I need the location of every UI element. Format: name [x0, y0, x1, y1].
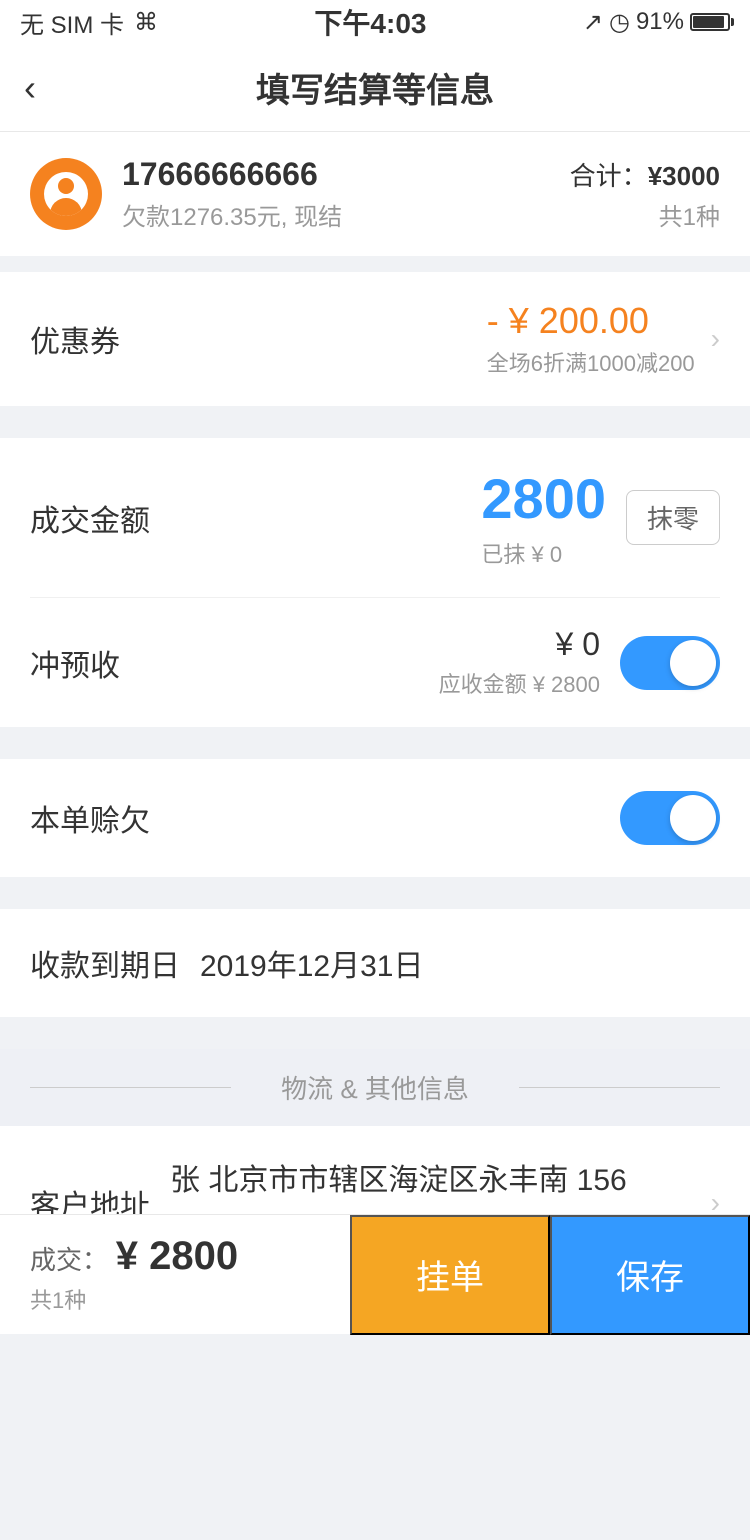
bottom-deal-label: 成交：: [30, 1245, 108, 1275]
customer-phone: 17666666666: [122, 156, 342, 193]
location-icon: ↗: [583, 8, 603, 37]
coupon-discount: - ¥ 200.00: [487, 300, 695, 342]
due-date-label: 收款到期日: [30, 941, 180, 985]
customer-section: 17666666666 欠款1276.35元, 现结 合计：¥3000 共1种: [0, 132, 750, 256]
deal-value-area: 2800 已抹 ¥ 0 抹零: [481, 466, 720, 569]
status-bar: 无 SIM 卡 ⌘ 下午4:03 ↗ ◷ 91%: [0, 0, 750, 44]
customer-right: 合计：¥3000 共1种: [570, 156, 720, 232]
status-time: 下午4:03: [314, 2, 426, 42]
deal-amount-label: 成交金额: [30, 496, 150, 540]
due-date-value: 2019年12月31日: [200, 941, 423, 985]
debt-toggle-knob: [670, 795, 716, 841]
status-right: ↗ ◷ 91%: [583, 8, 730, 37]
prepay-toggle[interactable]: [620, 636, 720, 690]
page-title: 填写结算等信息: [256, 63, 494, 112]
debt-row: 本单赊欠: [30, 759, 720, 877]
prepay-label: 冲预收: [30, 641, 120, 685]
prepay-row: 冲预收 ¥ 0 应收金额 ¥ 2800: [30, 598, 720, 727]
due-date-row: 收款到期日 2019年12月31日: [30, 909, 720, 1017]
round-button[interactable]: 抹零: [626, 490, 720, 545]
save-button[interactable]: 保存: [550, 1215, 750, 1335]
wifi-icon: ⌘: [134, 8, 158, 37]
header: ‹ 填写结算等信息: [0, 44, 750, 132]
coupon-right: - ¥ 200.00 全场6折满1000减200 ›: [487, 300, 720, 378]
bottom-summary: 成交： ¥ 2800 共1种: [0, 1234, 350, 1315]
prepay-right: ¥ 0 应收金额 ¥ 2800: [439, 626, 720, 699]
deal-sub-text: 已抹 ¥ 0: [481, 537, 606, 569]
toggle-knob: [670, 640, 716, 686]
customer-info: 17666666666 欠款1276.35元, 现结: [122, 156, 342, 232]
deal-amount-row: 成交金额 2800 已抹 ¥ 0 抹零: [30, 438, 720, 598]
carrier-text: 无 SIM 卡: [20, 5, 124, 40]
separator-1: [0, 422, 750, 438]
battery-icon: [690, 13, 730, 31]
prepay-sub: 应收金额 ¥ 2800: [439, 667, 600, 699]
logistics-label: 物流 & 其他信息: [281, 1069, 469, 1106]
back-button[interactable]: ‹: [24, 67, 36, 109]
alarm-icon: ◷: [609, 8, 630, 37]
battery-percent: 91%: [636, 8, 684, 36]
bottom-amount: ¥ 2800: [116, 1234, 238, 1278]
total-label: 合计：¥3000: [570, 156, 720, 193]
pending-button[interactable]: 挂单: [350, 1215, 550, 1335]
separator-4: [0, 1033, 750, 1049]
due-section: 收款到期日 2019年12月31日: [0, 909, 750, 1017]
bottom-count: 共1种: [30, 1283, 320, 1315]
debt-section: 本单赊欠: [0, 759, 750, 877]
prepay-amount: ¥ 0: [439, 626, 600, 663]
deal-section: 成交金额 2800 已抹 ¥ 0 抹零 冲预收 ¥ 0 应收金额 ¥ 2800: [0, 438, 750, 727]
status-left: 无 SIM 卡 ⌘: [20, 5, 158, 40]
prepay-amount-area: ¥ 0 应收金额 ¥ 2800: [439, 626, 600, 699]
total-count: 共1种: [570, 197, 720, 232]
coupon-section[interactable]: 优惠券 - ¥ 200.00 全场6折满1000减200 ›: [0, 272, 750, 406]
coupon-description: 全场6折满1000减200: [487, 346, 695, 378]
avatar: [30, 158, 102, 230]
divider-line-right: [519, 1087, 720, 1088]
separator-2: [0, 743, 750, 759]
deal-amount-value: 2800: [481, 466, 606, 531]
battery-fill: [693, 16, 724, 28]
bottom-bar: 成交： ¥ 2800 共1种 挂单 保存: [0, 1214, 750, 1334]
separator-3: [0, 893, 750, 909]
divider-line-left: [30, 1087, 231, 1088]
debt-label: 本单赊欠: [30, 796, 150, 840]
coupon-label: 优惠券: [30, 317, 120, 361]
logistics-divider: 物流 & 其他信息: [0, 1049, 750, 1126]
debt-toggle[interactable]: [620, 791, 720, 845]
coupon-arrow-icon: ›: [711, 323, 720, 355]
avatar-icon: [44, 172, 88, 216]
customer-left: 17666666666 欠款1276.35元, 现结: [30, 156, 342, 232]
customer-debt: 欠款1276.35元, 现结: [122, 197, 342, 232]
bottom-deal-line: 成交： ¥ 2800: [30, 1234, 320, 1279]
